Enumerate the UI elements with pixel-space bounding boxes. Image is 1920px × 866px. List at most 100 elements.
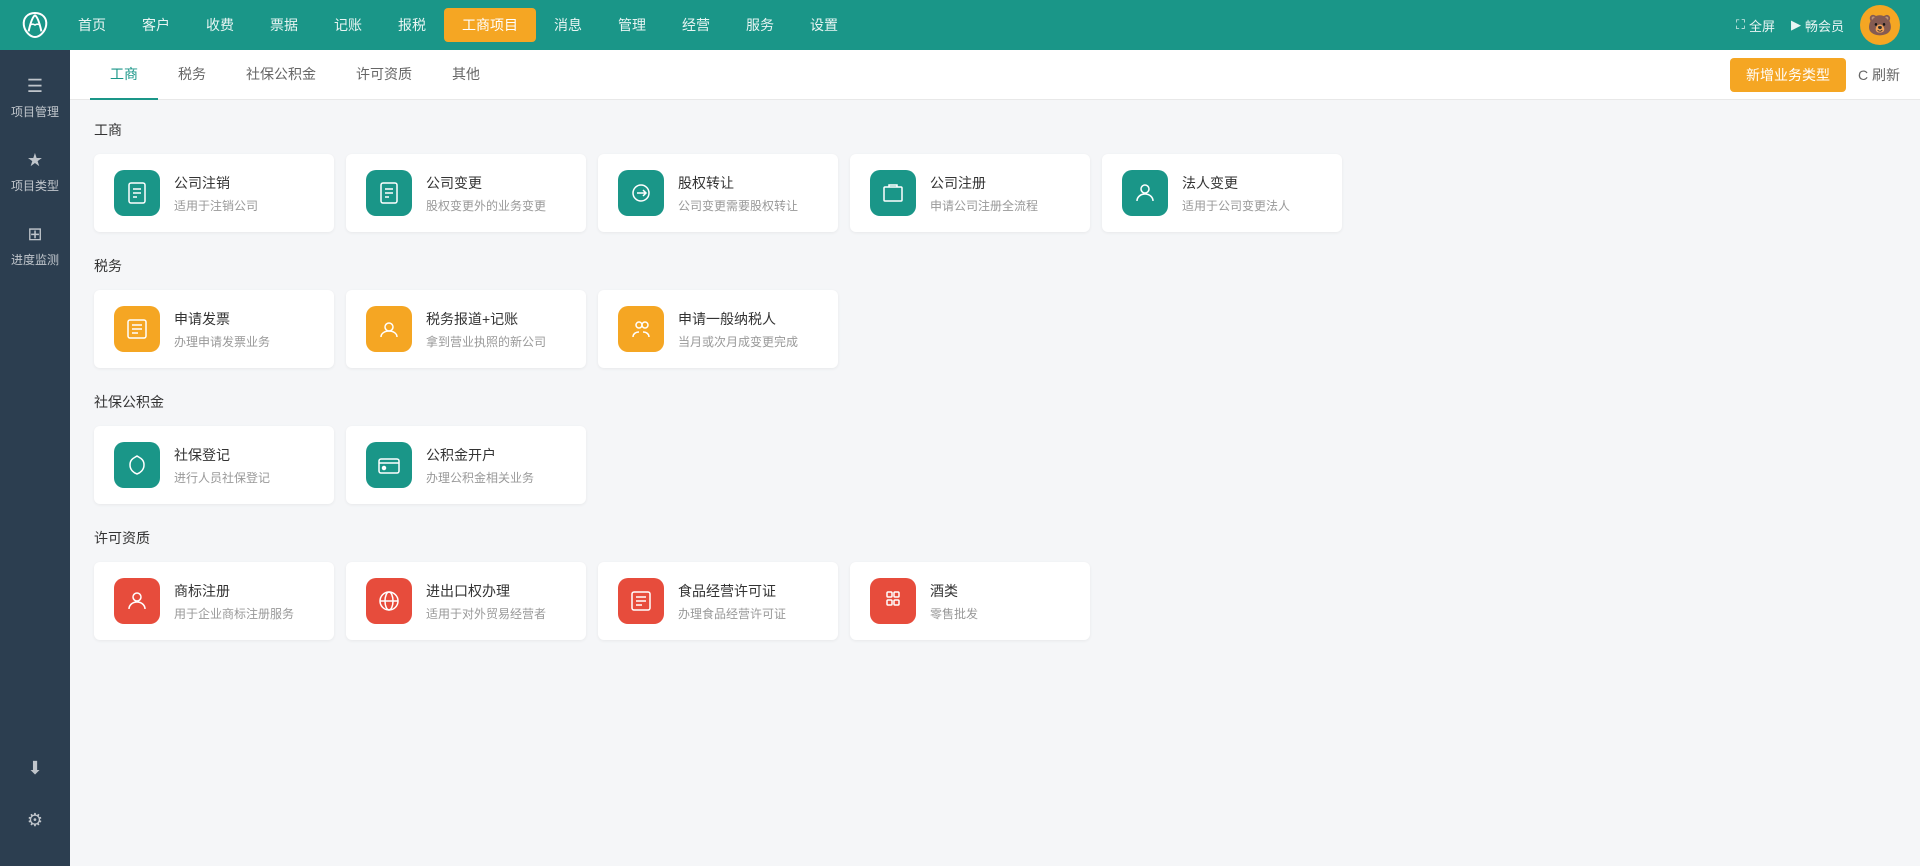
card-icon (366, 442, 412, 488)
card-申请一般纳税人[interactable]: 申请一般纳税人当月或次月成变更完成 (598, 290, 838, 368)
card-icon (618, 306, 664, 352)
tab-税务[interactable]: 税务 (158, 50, 226, 100)
section-title: 税务 (94, 256, 1896, 276)
sidebar-item-settings[interactable]: ⚙ (0, 794, 70, 846)
card-title: 申请发票 (174, 309, 270, 329)
card-title: 公司注销 (174, 173, 258, 193)
list-icon: ☰ (23, 74, 47, 98)
card-icon (114, 578, 160, 624)
nav-item-报税[interactable]: 报税 (380, 0, 444, 50)
star-icon: ★ (23, 148, 47, 172)
fullscreen-button[interactable]: ⛶ 全屏 (1736, 16, 1775, 35)
nav-item-消息[interactable]: 消息 (536, 0, 600, 50)
section-社保公积金: 社保公积金社保登记进行人员社保登记 公积金开户办理公积金相关业务 (94, 392, 1896, 504)
card-desc: 拿到营业执照的新公司 (426, 333, 546, 350)
card-公司注册[interactable]: 公司注册申请公司注册全流程 (850, 154, 1090, 232)
card-icon (366, 578, 412, 624)
nav-item-收费[interactable]: 收费 (188, 0, 252, 50)
card-info: 股权转让公司变更需要股权转让 (678, 173, 798, 214)
refresh-button[interactable]: C 刷新 (1858, 65, 1900, 85)
card-title: 公司变更 (426, 173, 546, 193)
card-info: 商标注册用于企业商标注册服务 (174, 581, 294, 622)
card-社保登记[interactable]: 社保登记进行人员社保登记 (94, 426, 334, 504)
nav-item-票据[interactable]: 票据 (252, 0, 316, 50)
card-title: 税务报道+记账 (426, 309, 546, 329)
tab-bar: 工商税务社保公积金许可资质其他 新增业务类型 C 刷新 (70, 50, 1920, 100)
card-info: 公司注册申请公司注册全流程 (930, 173, 1038, 214)
left-sidebar: ☰ 项目管理 ★ 项目类型 ⊞ 进度监测 ⬇ ⚙ (0, 50, 70, 866)
card-desc: 办理食品经营许可证 (678, 605, 786, 622)
top-navigation: 首页客户收费票据记账报税工商项目消息管理经营服务设置 ⛶ 全屏 ▶ 畅会员 🐻 (0, 0, 1920, 50)
card-desc: 办理公积金相关业务 (426, 469, 534, 486)
card-股权转让[interactable]: 股权转让公司变更需要股权转让 (598, 154, 838, 232)
card-食品经营许可证[interactable]: 食品经营许可证办理食品经营许可证 (598, 562, 838, 640)
card-desc: 零售批发 (930, 605, 978, 622)
nav-item-设置[interactable]: 设置 (792, 0, 856, 50)
card-商标注册[interactable]: 商标注册用于企业商标注册服务 (94, 562, 334, 640)
card-info: 酒类零售批发 (930, 581, 978, 622)
sidebar-item-download[interactable]: ⬇ (0, 742, 70, 794)
add-type-button[interactable]: 新增业务类型 (1730, 58, 1846, 92)
nav-item-管理[interactable]: 管理 (600, 0, 664, 50)
card-title: 酒类 (930, 581, 978, 601)
card-title: 申请一般纳税人 (678, 309, 798, 329)
card-desc: 当月或次月成变更完成 (678, 333, 798, 350)
tabs: 工商税务社保公积金许可资质其他 (90, 50, 500, 99)
cards-grid: 申请发票办理申请发票业务税务报道+记账拿到营业执照的新公司申请一般纳税人当月或次… (94, 290, 1896, 368)
card-公积金开户[interactable]: 公积金开户办理公积金相关业务 (346, 426, 586, 504)
section-许可资质: 许可资质商标注册用于企业商标注册服务进出口权办理适用于对外贸易经营者食品经营许可… (94, 528, 1896, 640)
card-icon (618, 578, 664, 624)
nav-item-记账[interactable]: 记账 (316, 0, 380, 50)
card-进出口权办理[interactable]: 进出口权办理适用于对外贸易经营者 (346, 562, 586, 640)
section-title: 工商 (94, 120, 1896, 140)
card-title: 食品经营许可证 (678, 581, 786, 601)
sidebar-item-project-management[interactable]: ☰ 项目管理 (0, 60, 70, 134)
card-desc: 申请公司注册全流程 (930, 197, 1038, 214)
card-申请发票[interactable]: 申请发票办理申请发票业务 (94, 290, 334, 368)
card-desc: 适用于注销公司 (174, 197, 258, 214)
card-desc: 适用于对外贸易经营者 (426, 605, 546, 622)
card-title: 公积金开户 (426, 445, 534, 465)
vip-button[interactable]: ▶ 畅会员 (1791, 16, 1844, 35)
card-公司变更[interactable]: 公司变更股权变更外的业务变更 (346, 154, 586, 232)
tab-许可资质[interactable]: 许可资质 (336, 50, 432, 100)
cards-grid: 公司注销适用于注销公司公司变更股权变更外的业务变更股权转让公司变更需要股权转让公… (94, 154, 1896, 232)
card-info: 社保登记进行人员社保登记 (174, 445, 270, 486)
nav-item-工商项目[interactable]: 工商项目 (444, 8, 536, 42)
mascot-avatar[interactable]: 🐻 (1860, 5, 1900, 45)
card-desc: 股权变更外的业务变更 (426, 197, 546, 214)
card-desc: 进行人员社保登记 (174, 469, 270, 486)
nav-item-首页[interactable]: 首页 (60, 0, 124, 50)
sidebar-item-progress-monitor[interactable]: ⊞ 进度监测 (0, 208, 70, 282)
card-icon (1122, 170, 1168, 216)
card-desc: 适用于公司变更法人 (1182, 197, 1290, 214)
grid-icon: ⊞ (23, 222, 47, 246)
nav-item-服务[interactable]: 服务 (728, 0, 792, 50)
card-title: 法人变更 (1182, 173, 1290, 193)
card-酒类[interactable]: 酒类零售批发 (850, 562, 1090, 640)
top-right-actions: ⛶ 全屏 ▶ 畅会员 🐻 (1736, 5, 1900, 45)
card-title: 股权转让 (678, 173, 798, 193)
nav-item-客户[interactable]: 客户 (124, 0, 188, 50)
tab-工商[interactable]: 工商 (90, 50, 158, 100)
card-title: 社保登记 (174, 445, 270, 465)
download-icon: ⬇ (23, 756, 47, 780)
section-title: 社保公积金 (94, 392, 1896, 412)
card-title: 公司注册 (930, 173, 1038, 193)
main-content-area: 工商税务社保公积金许可资质其他 新增业务类型 C 刷新 工商公司注销适用于注销公… (70, 50, 1920, 866)
card-税务报道+记账[interactable]: 税务报道+记账拿到营业执照的新公司 (346, 290, 586, 368)
card-icon (870, 578, 916, 624)
card-desc: 办理申请发票业务 (174, 333, 270, 350)
tab-其他[interactable]: 其他 (432, 50, 500, 100)
main-layout: ☰ 项目管理 ★ 项目类型 ⊞ 进度监测 ⬇ ⚙ 工商税务社保公积金许可资质其他… (0, 50, 1920, 866)
card-info: 申请一般纳税人当月或次月成变更完成 (678, 309, 798, 350)
tab-社保公积金[interactable]: 社保公积金 (226, 50, 336, 100)
sidebar-item-project-type[interactable]: ★ 项目类型 (0, 134, 70, 208)
card-公司注销[interactable]: 公司注销适用于注销公司 (94, 154, 334, 232)
nav-menu: 首页客户收费票据记账报税工商项目消息管理经营服务设置 (60, 0, 1736, 50)
nav-item-经营[interactable]: 经营 (664, 0, 728, 50)
card-icon (366, 306, 412, 352)
card-法人变更[interactable]: 法人变更适用于公司变更法人 (1102, 154, 1342, 232)
card-icon (114, 306, 160, 352)
card-info: 法人变更适用于公司变更法人 (1182, 173, 1290, 214)
